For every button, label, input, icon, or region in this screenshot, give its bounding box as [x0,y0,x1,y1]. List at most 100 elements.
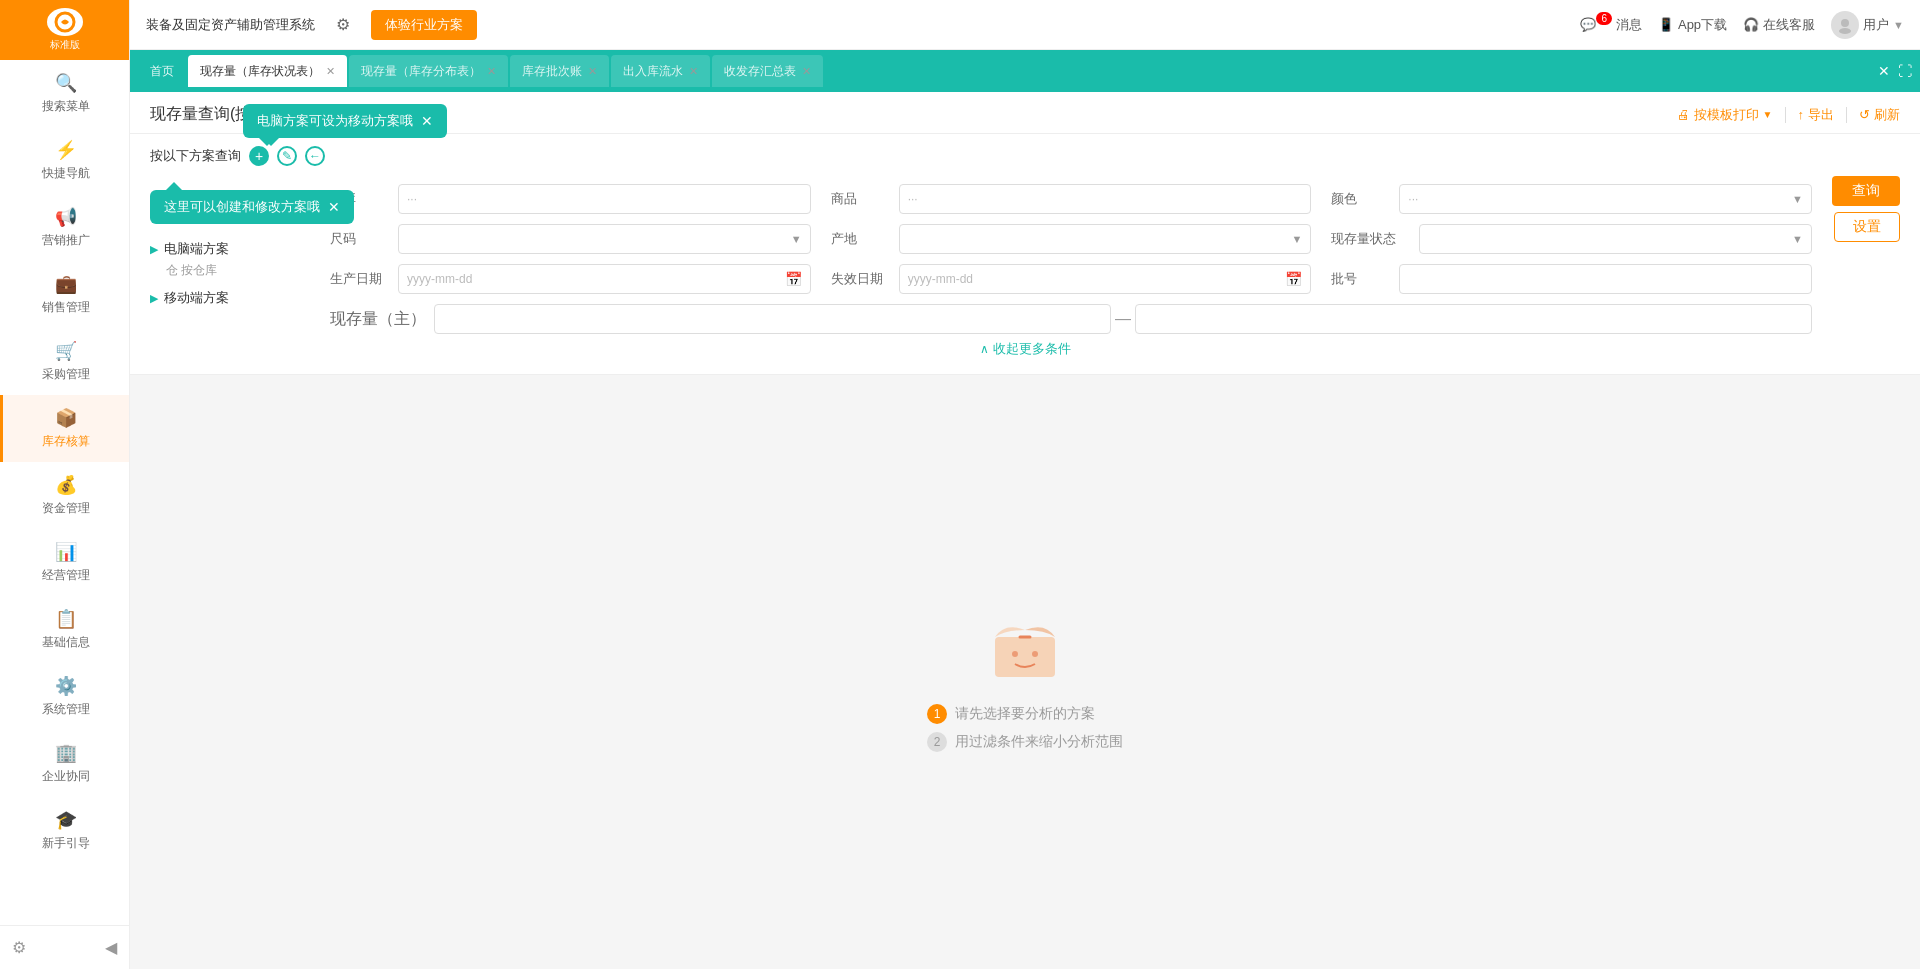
main-area: 装备及固定资产辅助管理系统 ⚙ 体验行业方案 💬 6 消息 📱 App下载 🎧 … [130,0,1920,969]
stock-main-from[interactable] [434,304,1111,334]
tab-expand-icon[interactable]: ⛶ [1898,63,1912,79]
calendar2-icon: 📅 [1285,271,1302,287]
tooltip1-close-icon[interactable]: ✕ [421,113,433,129]
filter-header-label: 按以下方案查询 [150,147,241,165]
template-print-btn[interactable]: 🖨 按模板打印 ▼ [1677,106,1773,124]
refresh-btn[interactable]: ↺ 刷新 [1859,106,1900,124]
filter-batch-field: 批号 [1331,264,1812,294]
calendar-icon: 📅 [785,271,802,287]
sidebar-nav: 🔍 搜索菜单 ⚡ 快捷导航 📢 营销推广 💼 销售管理 🛒 采购管理 📦 库存核… [0,60,129,925]
topbar-settings-icon[interactable]: ⚙ [327,9,359,41]
topbar-app-download[interactable]: 📱 App下载 [1658,16,1727,34]
tab-close-icon[interactable]: ✕ [689,65,698,78]
tab-label: 库存批次账 [522,63,582,80]
batch-input[interactable] [1399,264,1812,294]
topbar-message[interactable]: 💬 6 消息 [1580,16,1642,34]
sidebar-item-label: 搜索菜单 [42,98,90,115]
sidebar-item-system[interactable]: ⚙️ 系统管理 [0,663,129,730]
collapse-row[interactable]: ∧ 收起更多条件 [150,334,1900,362]
tab-close-all-icon[interactable]: ✕ [1878,63,1890,79]
logo-icon [47,8,83,36]
filter-warehouse-field: 仓库 ··· [330,184,811,214]
empty-tip-1-text: 请先选择要分析的方案 [955,705,1095,723]
tab-close-icon[interactable]: ✕ [487,65,496,78]
tab-home[interactable]: 首页 [138,55,186,87]
tab-inventory-status[interactable]: 现存量（库存状况表） ✕ [188,55,347,87]
stock-main-label: 现存量（主） [330,309,426,330]
empty-tip-2: 2 用过滤条件来缩小分析范围 [927,732,1123,752]
export-btn[interactable]: ↑ 导出 [1798,106,1835,124]
sidebar-item-guide[interactable]: 🎓 新手引导 [0,797,129,864]
tab-batch-account[interactable]: 库存批次账 ✕ [510,55,609,87]
filter-edit-button[interactable]: ✎ [277,146,297,166]
industry-btn[interactable]: 体验行业方案 [371,10,477,40]
filter-back-button[interactable]: ← [305,146,325,166]
color-label: 颜色 [1331,190,1391,208]
stock-status-dropdown-icon: ▼ [1792,233,1803,245]
sidebar-item-search-menu[interactable]: 🔍 搜索菜单 [0,60,129,127]
sidebar-item-marketing[interactable]: 📢 营销推广 [0,194,129,261]
sales-icon: 💼 [55,273,77,295]
sidebar-item-operations[interactable]: 📊 经营管理 [0,529,129,596]
sidebar-item-label: 基础信息 [42,634,90,651]
tabs-bar: 首页 现存量（库存状况表） ✕ 现存量（库存分布表） ✕ 库存批次账 ✕ 出入库… [130,50,1920,92]
expire-date-input[interactable]: yyyy-mm-dd 📅 [899,264,1312,294]
tab-label: 现存量（库存状况表） [200,63,320,80]
tab-close-icon[interactable]: ✕ [326,65,335,78]
batch-label: 批号 [1331,270,1391,288]
filter-add-button[interactable]: + [249,146,269,166]
product-select[interactable]: ··· [899,184,1312,214]
tab-in-out-flow[interactable]: 出入库流水 ✕ [611,55,710,87]
origin-select[interactable]: ▼ [899,224,1312,254]
sidebar-item-basic-info[interactable]: 📋 基础信息 [0,596,129,663]
tooltip-edit-scheme: 这里可以创建和修改方案哦 ✕ [150,190,354,224]
svg-point-4 [1012,651,1018,657]
topbar-online-service[interactable]: 🎧 在线客服 [1743,16,1815,34]
refresh-icon: ↺ [1859,107,1870,122]
stock-main-to[interactable] [1135,304,1812,334]
tab-close-icon[interactable]: ✕ [802,65,811,78]
size-select[interactable]: ▼ [398,224,811,254]
tab-collect-summary[interactable]: 收发存汇总表 ✕ [712,55,823,87]
tab-inventory-dist[interactable]: 现存量（库存分布表） ✕ [349,55,508,87]
filter-fields: 仓库 ··· 商品 ··· 颜色 [330,176,1812,334]
color-select[interactable]: ··· ▼ [1399,184,1812,214]
scheme-tree: 这里可以创建和修改方案哦 ✕ ▶ 电脑端方案 仓 按仓库 [150,176,310,334]
tab-label: 现存量（库存分布表） [361,63,481,80]
sidebar-item-purchase[interactable]: 🛒 采购管理 [0,328,129,395]
sidebar-item-enterprise[interactable]: 🏢 企业协同 [0,730,129,797]
tooltip2-text: 这里可以创建和修改方案哦 [164,198,320,216]
tooltip1-text: 电脑方案可设为移动方案哦 [257,112,413,130]
sidebar-item-label: 经营管理 [42,567,90,584]
user-label: 用户 [1863,16,1889,34]
stock-status-select[interactable]: ▼ [1419,224,1812,254]
sidebar-item-quick-nav[interactable]: ⚡ 快捷导航 [0,127,129,194]
empty-illustration [975,592,1075,692]
svg-point-2 [1839,28,1851,34]
sidebar-collapse-icon[interactable]: ◀ [105,938,117,957]
produce-date-input[interactable]: yyyy-mm-dd 📅 [398,264,811,294]
scheme-arrow-icon: ▶ [150,243,158,256]
origin-label: 产地 [831,230,891,248]
svg-point-1 [1841,19,1849,27]
reset-button[interactable]: 设置 [1834,212,1900,242]
scheme-item-mobile[interactable]: ▶ 移动端方案 [150,285,310,311]
topbar-user[interactable]: 用户 ▼ [1831,11,1904,39]
tab-close-icon[interactable]: ✕ [588,65,597,78]
sidebar-item-inventory[interactable]: 📦 库存核算 [0,395,129,462]
filter-product-field: 商品 ··· [831,184,1312,214]
print-icon: 🖨 [1677,107,1690,122]
sidebar-settings-icon[interactable]: ⚙ [12,938,26,957]
sidebar-item-finance[interactable]: 💰 资金管理 [0,462,129,529]
tab-home-label: 首页 [150,63,174,80]
warehouse-select[interactable]: ··· [398,184,811,214]
scheme-item-desktop[interactable]: ▶ 电脑端方案 [150,236,310,262]
tooltip2-close-icon[interactable]: ✕ [328,199,340,215]
filter-row-1: 仓库 ··· 商品 ··· 颜色 [330,184,1812,214]
filter-row-3: 生产日期 yyyy-mm-dd 📅 失效日期 yyyy-mm-dd 📅 [330,264,1812,294]
sidebar-item-sales[interactable]: 💼 销售管理 [0,261,129,328]
sidebar-item-label: 企业协同 [42,768,90,785]
search-button[interactable]: 查询 [1832,176,1900,206]
tab-label: 出入库流水 [623,63,683,80]
stock-main-range: — [434,304,1812,334]
